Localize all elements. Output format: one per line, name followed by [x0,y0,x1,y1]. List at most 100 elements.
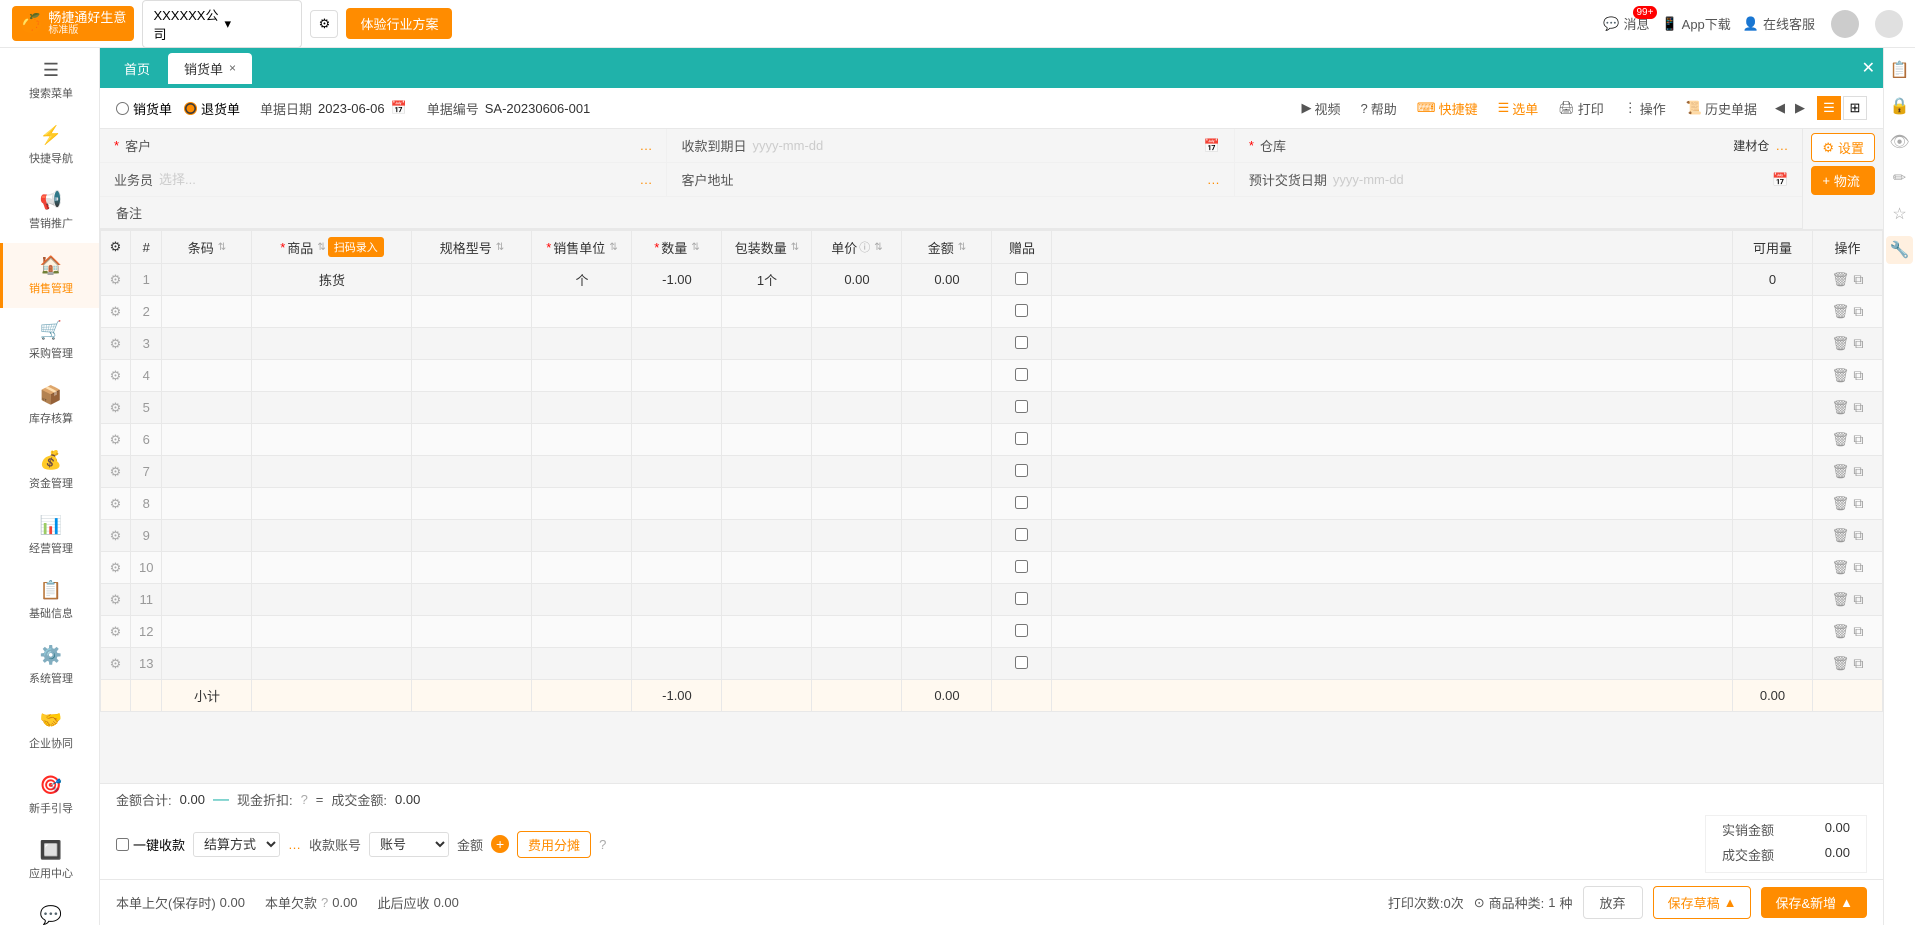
settings-button[interactable]: ⚙ [310,10,338,38]
row-gear-icon[interactable]: ⚙ [110,560,122,575]
one-click-payment-checkbox[interactable]: 一键收款 [116,835,185,854]
sidebar-item-sales[interactable]: 🏠 销售管理 [0,243,99,308]
row-delete-icon[interactable]: 🗑 [1832,655,1850,672]
total-due-help-icon[interactable]: ? [321,895,328,910]
sidebar-item-inventory[interactable]: 📦 库存核算 [0,373,99,438]
row-delete-icon[interactable]: 🗑 [1832,335,1850,352]
warehouse-input[interactable] [1292,138,1727,153]
gift-checkbox[interactable] [1015,432,1028,445]
float-lock-icon[interactable]: 🔒 [1886,92,1914,120]
row-product-cell[interactable] [252,616,412,648]
row-delete-icon[interactable]: 🗑 [1832,399,1850,416]
sidebar-item-marketing[interactable]: 📢 营销推广 [0,178,99,243]
unit-sort-icon[interactable]: ⇅ [609,242,617,253]
row-copy-icon[interactable]: ⧉ [1853,303,1863,320]
row-gear-icon[interactable]: ⚙ [110,400,122,415]
row-product-cell[interactable] [252,392,412,424]
row-delete-icon[interactable]: 🗑 [1832,559,1850,576]
app-download-item[interactable]: 📱 App下载 [1661,14,1730,33]
payment-due-calendar-icon[interactable]: 📅 [1204,138,1220,154]
calendar-icon[interactable]: 📅 [391,100,407,116]
gift-checkbox[interactable] [1015,368,1028,381]
account-select[interactable]: 账号 [369,832,449,857]
company-selector[interactable]: XXXXXX公司 ▾ [142,0,302,48]
customer-address-dots-icon[interactable]: … [1207,172,1220,187]
tab-home[interactable]: 首页 [108,53,166,84]
sidebar-item-appstore[interactable]: 🔲 应用中心 [0,828,99,893]
gift-checkbox[interactable] [1015,656,1028,669]
sidebar-item-enterprise[interactable]: 🤝 企业协同 [0,698,99,763]
gift-checkbox[interactable] [1015,304,1028,317]
shortcut-btn[interactable]: ⌨ 快捷键 [1411,97,1484,120]
row-gear-icon[interactable]: ⚙ [110,368,122,383]
row-gear-icon[interactable]: ⚙ [110,336,122,351]
row-copy-icon[interactable]: ⧉ [1853,271,1863,288]
row-gear-icon[interactable]: ⚙ [110,624,122,639]
gift-checkbox[interactable] [1015,400,1028,413]
remarks-input[interactable] [150,205,1786,220]
sidebar-item-quick-nav[interactable]: ⚡ 快捷导航 [0,113,99,178]
row-delete-icon[interactable]: 🗑 [1832,463,1850,480]
salesperson-input[interactable] [159,172,633,187]
float-notes-icon[interactable]: 📋 [1886,56,1914,84]
qty-sort-icon[interactable]: ⇅ [691,242,699,253]
row-delete-icon[interactable]: 🗑 [1832,367,1850,384]
row-copy-icon[interactable]: ⧉ [1853,623,1863,640]
row-copy-icon[interactable]: ⧉ [1853,463,1863,480]
float-star-icon[interactable]: ☆ [1888,200,1910,228]
expense-help-icon[interactable]: ? [599,837,606,852]
price-info-icon[interactable]: ⓘ [859,239,870,255]
row-gear-icon[interactable]: ⚙ [110,272,122,287]
row-product-cell[interactable] [252,328,412,360]
gift-checkbox[interactable] [1015,464,1028,477]
help-btn[interactable]: ? 帮助 [1355,97,1403,120]
row-gear-icon[interactable]: ⚙ [110,464,122,479]
gift-checkbox[interactable] [1015,560,1028,573]
nav-prev-icon[interactable]: ◀ [1771,98,1789,118]
customer-dots-icon[interactable]: … [639,138,652,153]
amount-sort-icon[interactable]: ⇅ [958,242,966,253]
float-orange-icon[interactable]: 🔧 [1886,236,1914,264]
sidebar-item-operations[interactable]: 📊 经营管理 [0,503,99,568]
product-sort-icon[interactable]: ⇅ [317,242,325,253]
gift-checkbox[interactable] [1015,272,1028,285]
row-copy-icon[interactable]: ⧉ [1853,399,1863,416]
row-copy-icon[interactable]: ⧉ [1853,335,1863,352]
video-btn[interactable]: ▶ 视频 [1296,97,1347,120]
row-copy-icon[interactable]: ⧉ [1853,527,1863,544]
sidebar-item-basics[interactable]: 📋 基础信息 [0,568,99,633]
tab-sales-order[interactable]: 销货单 × [168,53,252,84]
customer-input[interactable] [157,138,633,153]
row-product-cell[interactable] [252,360,412,392]
row-gear-icon[interactable]: ⚙ [110,304,122,319]
settlement-method-select[interactable]: 结算方式 [193,832,280,857]
payment-due-input[interactable] [752,138,1197,153]
gift-checkbox[interactable] [1015,336,1028,349]
abandon-button[interactable]: 放弃 [1583,886,1643,919]
row-delete-icon[interactable]: 🗑 [1832,591,1850,608]
print-btn[interactable]: 🖨 打印 [1552,97,1610,120]
row-gear-icon[interactable]: ⚙ [110,496,122,511]
logistics-btn[interactable]: + 物流 [1811,166,1875,195]
select-order-btn[interactable]: ☰ 选单 [1492,97,1545,120]
row-product-cell[interactable] [252,552,412,584]
tab-close-icon[interactable]: × [229,61,236,75]
gift-checkbox[interactable] [1015,624,1028,637]
avatar2[interactable] [1875,10,1903,38]
sidebar-item-wechat[interactable]: 💬 企业微信 [0,893,99,925]
radio-sales-order[interactable]: 销货单 [116,99,172,118]
delivery-date-input[interactable] [1333,172,1766,187]
row-gear-icon[interactable]: ⚙ [110,432,122,447]
row-copy-icon[interactable]: ⧉ [1853,367,1863,384]
row-delete-icon[interactable]: 🗑 [1832,623,1850,640]
sidebar-item-purchase[interactable]: 🛒 采购管理 [0,308,99,373]
pkg-sort-icon[interactable]: ⇅ [791,242,799,253]
save-new-button[interactable]: 保存&新增 ▲ [1761,887,1867,918]
cash-discount-help-icon[interactable]: ? [301,792,308,807]
row-product-cell[interactable] [252,456,412,488]
online-service-item[interactable]: 👤 在线客服 [1743,14,1815,33]
row-copy-icon[interactable]: ⧉ [1853,495,1863,512]
nav-next-icon[interactable]: ▶ [1791,98,1809,118]
th-gear[interactable]: ⚙ [101,231,131,264]
row-copy-icon[interactable]: ⧉ [1853,655,1863,672]
